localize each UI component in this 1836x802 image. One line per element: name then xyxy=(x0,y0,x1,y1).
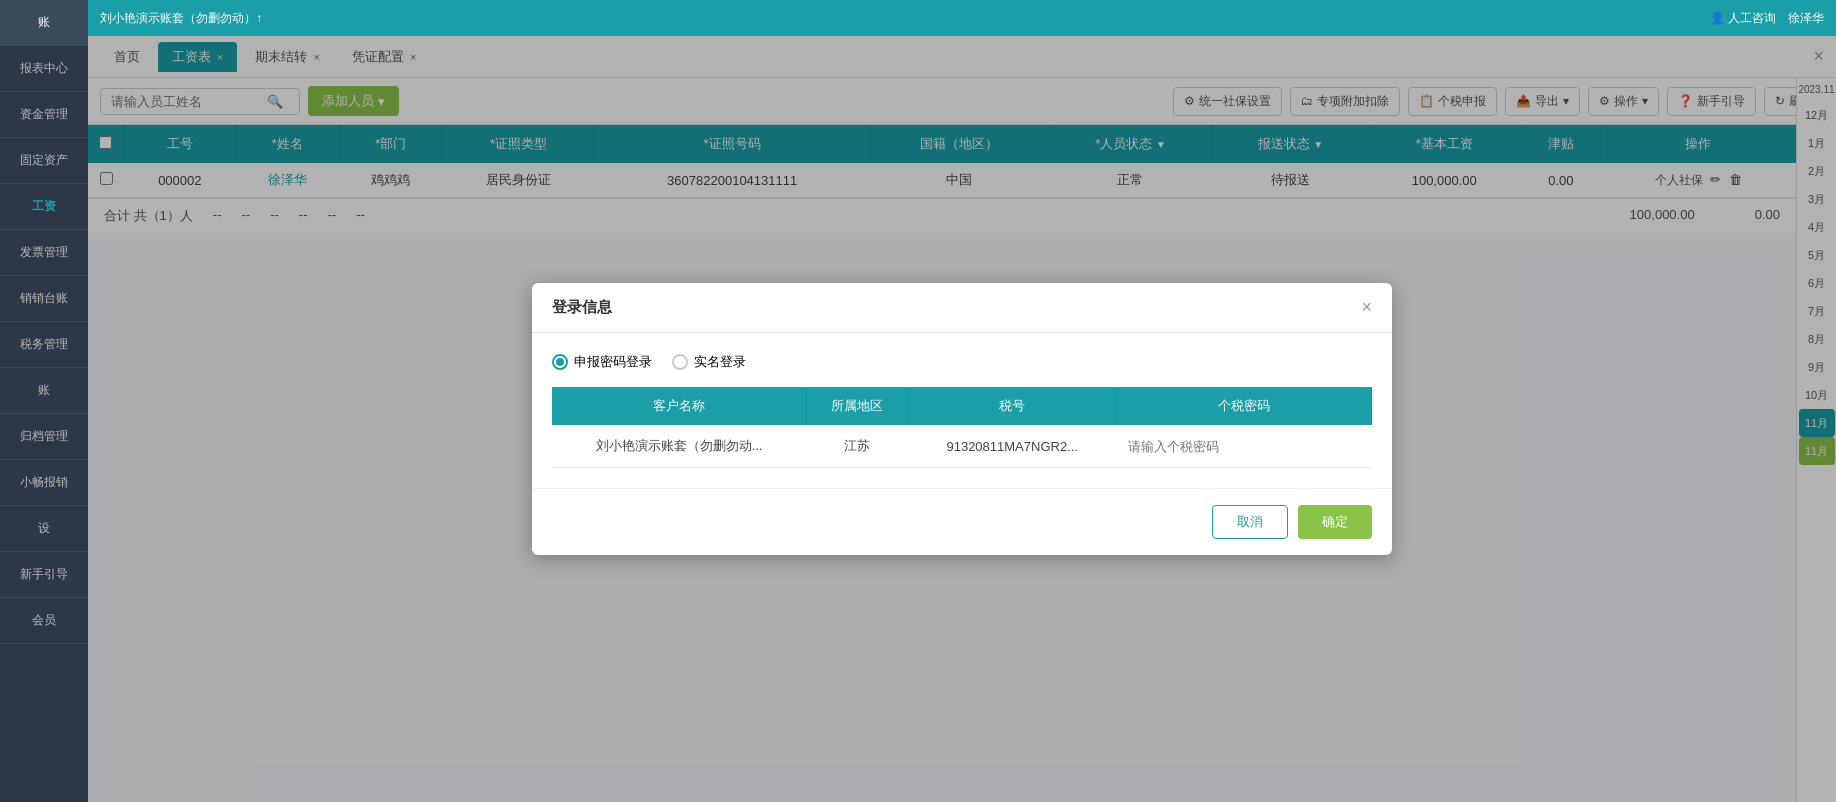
sidebar-item-账2[interactable]: 账 xyxy=(0,368,88,414)
dialog-col-client: 客户名称 xyxy=(552,387,806,425)
topbar: 刘小艳演示账套（勿删勿动）↑ 👤 人工咨询 徐泽华 xyxy=(88,0,1836,36)
sidebar: 账 报表中心 资金管理 固定资产 工资 发票管理 销销台账 税务管理 账 归档管… xyxy=(0,0,88,802)
dialog-overlay: 登录信息 × 申报密码登录 实名登录 客户名称 所属 xyxy=(88,36,1836,802)
login-info-dialog: 登录信息 × 申报密码登录 实名登录 客户名称 所属 xyxy=(532,283,1392,555)
sidebar-item-资金管理[interactable]: 资金管理 xyxy=(0,92,88,138)
dialog-col-region: 所属地区 xyxy=(806,387,909,425)
dialog-col-tax-pwd: 个税密码 xyxy=(1116,387,1372,425)
dialog-footer: 取消 确定 xyxy=(532,488,1392,555)
dialog-table: 客户名称 所属地区 税号 个税密码 刘小艳演示账套（勿删勿动... 江苏 913… xyxy=(552,387,1372,468)
sidebar-item-工资[interactable]: 工资 xyxy=(0,184,88,230)
sidebar-item-销销台账[interactable]: 销销台账 xyxy=(0,276,88,322)
dialog-close-btn[interactable]: × xyxy=(1361,297,1372,318)
dialog-header: 登录信息 × xyxy=(532,283,1392,333)
sidebar-item-设[interactable]: 设 xyxy=(0,506,88,552)
tax-password-input[interactable] xyxy=(1128,439,1360,454)
sidebar-item-小畅报销[interactable]: 小畅报销 xyxy=(0,460,88,506)
topbar-info: 刘小艳演示账套（勿删勿动）↑ xyxy=(100,10,1706,27)
user-name: 徐泽华 xyxy=(1788,10,1824,27)
sidebar-item-税务管理[interactable]: 税务管理 xyxy=(0,322,88,368)
dialog-table-row: 刘小艳演示账套（勿删勿动... 江苏 91320811MA7NGR2... xyxy=(552,425,1372,468)
sidebar-item-发票管理[interactable]: 发票管理 xyxy=(0,230,88,276)
login-type-radio-group: 申报密码登录 实名登录 xyxy=(552,353,1372,371)
sidebar-item-报表中心[interactable]: 报表中心 xyxy=(0,46,88,92)
dialog-cell-client: 刘小艳演示账套（勿删勿动... xyxy=(552,425,806,468)
dialog-col-tax-id: 税号 xyxy=(909,387,1116,425)
sidebar-item-归档管理[interactable]: 归档管理 xyxy=(0,414,88,460)
dialog-cell-tax-pwd[interactable] xyxy=(1116,425,1372,468)
cancel-button[interactable]: 取消 xyxy=(1212,505,1288,539)
sidebar-item-新手引导[interactable]: 新手引导 xyxy=(0,552,88,598)
radio-circle-unchecked xyxy=(672,354,688,370)
radio-circle-checked xyxy=(552,354,568,370)
sidebar-item-固定资产[interactable]: 固定资产 xyxy=(0,138,88,184)
radio-password-login[interactable]: 申报密码登录 xyxy=(552,353,652,371)
sidebar-item-会员[interactable]: 会员 xyxy=(0,598,88,644)
dialog-title: 登录信息 xyxy=(552,298,612,317)
human-consult[interactable]: 👤 人工咨询 xyxy=(1710,10,1776,27)
radio-realname-login[interactable]: 实名登录 xyxy=(672,353,746,371)
topbar-right: 👤 人工咨询 徐泽华 xyxy=(1710,10,1824,27)
dialog-cell-region: 江苏 xyxy=(806,425,909,468)
dialog-body: 申报密码登录 实名登录 客户名称 所属地区 税号 个税密码 xyxy=(532,333,1392,488)
sidebar-item-账[interactable]: 账 xyxy=(0,0,88,46)
confirm-button[interactable]: 确定 xyxy=(1298,505,1372,539)
dialog-cell-tax-id: 91320811MA7NGR2... xyxy=(909,425,1116,468)
